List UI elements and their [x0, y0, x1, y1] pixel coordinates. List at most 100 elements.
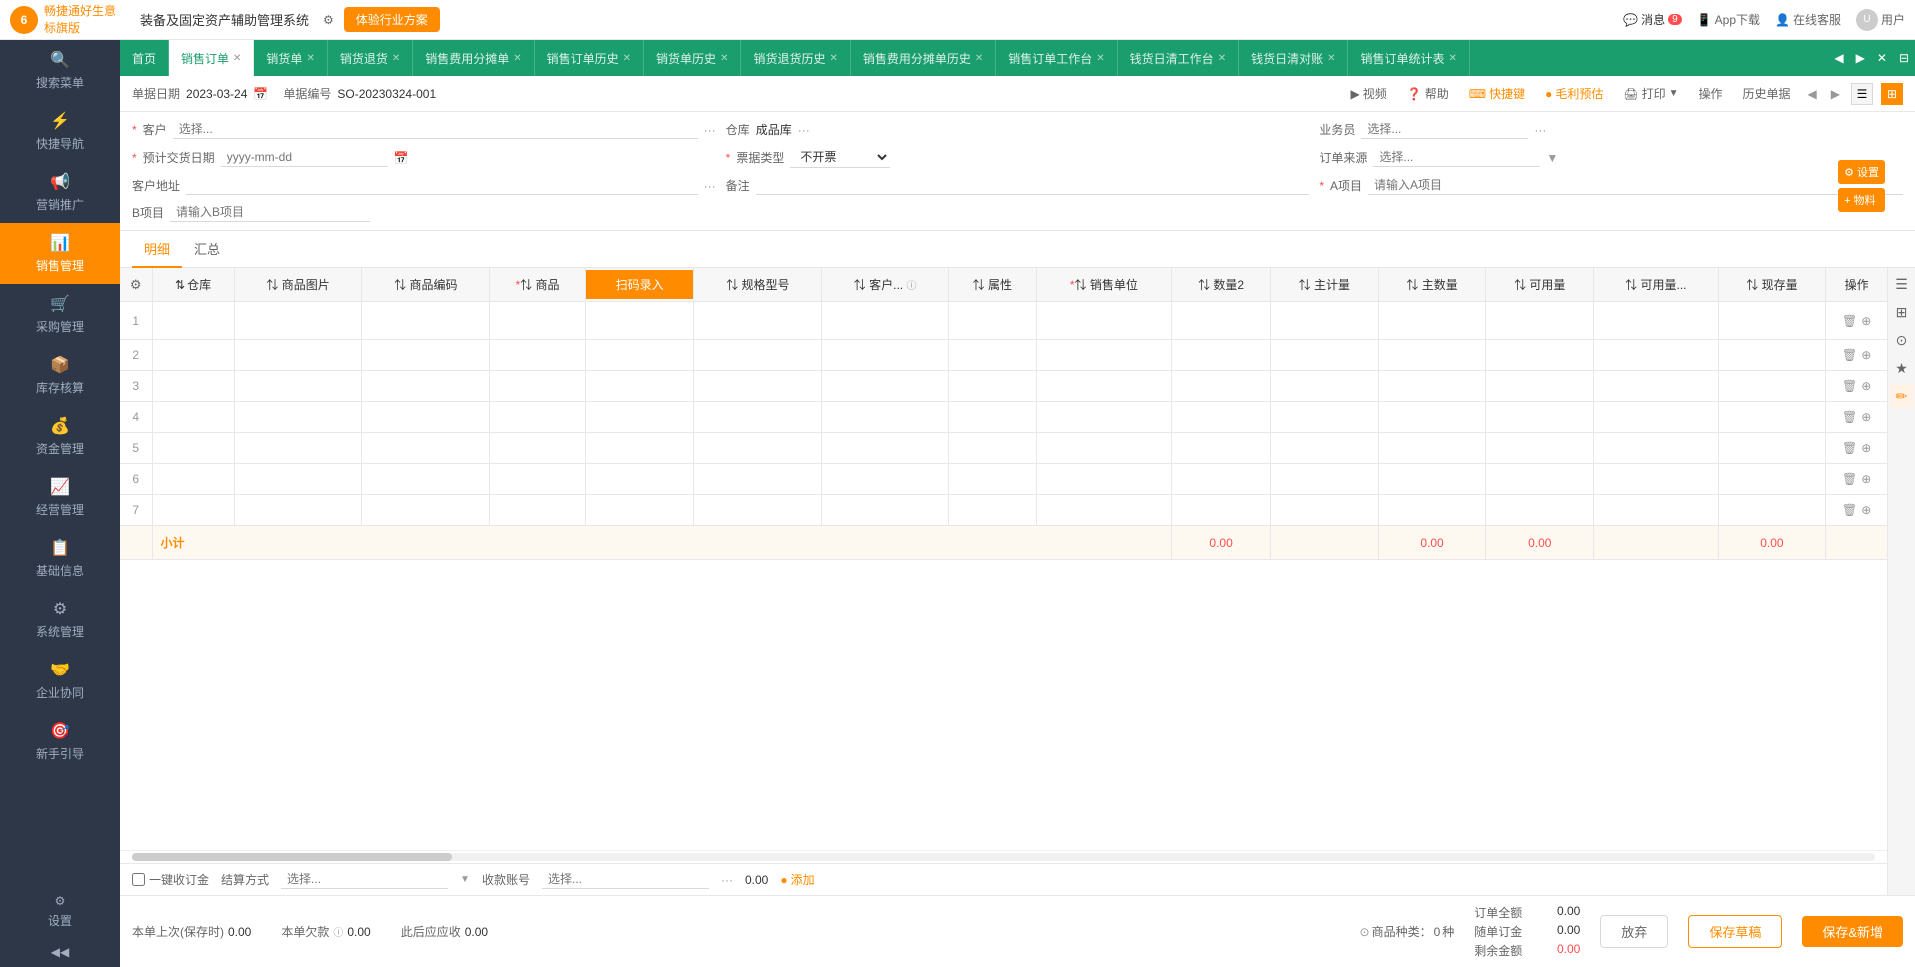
a-project-input[interactable] — [1368, 176, 1903, 195]
list-view-btn[interactable]: ☰ — [1851, 83, 1873, 105]
tab-close-icon12[interactable]: ✕ — [1449, 53, 1457, 64]
account-ellipsis[interactable]: ··· — [721, 873, 733, 887]
tab-next-btn[interactable]: ▶ — [1850, 40, 1871, 76]
tab-stats[interactable]: 销售订单统计表 ✕ — [1348, 40, 1469, 76]
sidebar-item-basic-info[interactable]: 📋 基础信息 — [0, 528, 120, 589]
print-btn[interactable]: 🖨 打印 ▼ — [1617, 82, 1684, 105]
product-icon[interactable]: ⊙ — [1360, 925, 1370, 939]
staff-ellipsis[interactable]: ··· — [1534, 123, 1546, 137]
bill-date-value[interactable]: 2023-03-24 — [186, 87, 247, 101]
profit-btn[interactable]: ● 毛利预估 — [1539, 82, 1609, 105]
tab-close-icon3[interactable]: ✕ — [392, 53, 400, 64]
sidebar-item-search[interactable]: 🔍 搜索菜单 — [0, 40, 120, 101]
tab-return-history[interactable]: 销货退货历史 ✕ — [741, 40, 850, 76]
settings-panel-btn[interactable]: ⚙ 设置 — [1838, 160, 1885, 184]
col-available-qty2[interactable]: ⇅ 可用量... — [1594, 268, 1718, 302]
tab-close-icon8[interactable]: ✕ — [975, 53, 983, 64]
col-sales-unit[interactable]: *⇅ 销售单位 — [1036, 268, 1172, 302]
industry-btn[interactable]: 体验行业方案 — [344, 7, 440, 32]
sidebar-collapse-btn[interactable]: ◀◀ — [0, 937, 120, 967]
sidebar-item-marketing[interactable]: 📢 营销推广 — [0, 162, 120, 223]
sidebar-item-quick-nav[interactable]: ⚡ 快捷导航 — [0, 101, 120, 162]
tab-receipt-history[interactable]: 销货单历史 ✕ — [644, 40, 741, 76]
sidebar-bottom-settings[interactable]: ⚙ 设置 — [0, 886, 120, 937]
nav-prev-btn[interactable]: ◀ — [1805, 84, 1820, 104]
tab-expense-split[interactable]: 销售费用分摊单 ✕ — [413, 40, 534, 76]
save-draft-btn[interactable]: 保存草稿 — [1688, 915, 1782, 948]
col-scan[interactable]: 扫码录入 — [585, 268, 694, 302]
sidebar-item-sales[interactable]: 📊 销售管理 — [0, 223, 120, 284]
row-delete-btn3[interactable]: 🗑 — [1842, 379, 1857, 393]
tab-detail[interactable]: 明细 — [132, 231, 182, 268]
col-main-qty[interactable]: ⇅ 主数量 — [1378, 268, 1486, 302]
print-dropdown-icon[interactable]: ▼ — [1669, 88, 1679, 99]
order-source-input[interactable] — [1373, 148, 1540, 167]
right-tool-clock[interactable]: ⊙ — [1890, 328, 1914, 352]
account-input[interactable] — [542, 870, 709, 889]
invoice-type-select[interactable]: 不开票 — [790, 147, 890, 168]
grid-view-btn[interactable]: ⊞ — [1881, 83, 1903, 105]
row-copy-btn3[interactable]: ⊕ — [1861, 379, 1871, 393]
sidebar-item-system[interactable]: ⚙ 系统管理 — [0, 589, 120, 650]
help-btn[interactable]: ❓ 帮助 — [1401, 82, 1455, 105]
col-warehouse[interactable]: ⇅ 仓库 — [152, 268, 234, 302]
tab-close-icon2[interactable]: ✕ — [306, 53, 314, 64]
right-tool-star[interactable]: ★ — [1890, 356, 1914, 380]
row-delete-btn5[interactable]: 🗑 — [1842, 441, 1857, 455]
sidebar-item-guide[interactable]: 🎯 新手引导 — [0, 711, 120, 772]
right-tool-grid[interactable]: ⊞ — [1890, 300, 1914, 324]
date-icon[interactable]: 📅 — [394, 151, 409, 165]
tab-close-icon10[interactable]: ✕ — [1218, 53, 1226, 64]
save-new-btn[interactable]: 保存&新增 — [1802, 916, 1903, 947]
right-tool-edit[interactable]: ✏ — [1890, 384, 1914, 408]
col-qty2[interactable]: ⇅ 数量2 — [1172, 268, 1271, 302]
tab-sales-order[interactable]: 销售订单 ✕ — [169, 40, 254, 76]
tab-close-icon9[interactable]: ✕ — [1096, 53, 1104, 64]
operation-btn[interactable]: 操作 — [1693, 82, 1729, 105]
row-delete-btn4[interactable]: 🗑 — [1842, 410, 1857, 424]
sidebar-item-collab[interactable]: 🤝 企业协同 — [0, 650, 120, 711]
quick-deposit-checkbox[interactable]: 一键收订金 — [132, 871, 209, 888]
tab-daily-clear[interactable]: 钱货日清工作台 ✕ — [1118, 40, 1239, 76]
col-attribute[interactable]: ⇅ 属性 — [948, 268, 1036, 302]
col-product[interactable]: *⇅ 商品 — [490, 268, 585, 302]
tab-close-icon7[interactable]: ✕ — [829, 53, 837, 64]
add-materials-btn[interactable]: + 物料 — [1838, 188, 1885, 212]
tab-close-icon[interactable]: ✕ — [233, 53, 241, 64]
row-copy-btn4[interactable]: ⊕ — [1861, 410, 1871, 424]
tab-sales-return[interactable]: 销货退货 ✕ — [328, 40, 413, 76]
right-tool-list[interactable]: ☰ — [1890, 272, 1914, 296]
calendar-icon[interactable]: 📅 — [253, 87, 268, 101]
tab-close-icon5[interactable]: ✕ — [623, 53, 631, 64]
settings-icon[interactable]: ⚙ — [323, 13, 334, 27]
row-copy-btn6[interactable]: ⊕ — [1861, 472, 1871, 486]
order-source-dropdown[interactable]: ▼ — [1546, 151, 1558, 165]
tab-close-all-btn[interactable]: ✕ — [1871, 40, 1893, 76]
tab-close-icon11[interactable]: ✕ — [1327, 53, 1335, 64]
user-avatar[interactable]: U 用户 — [1856, 9, 1905, 31]
sidebar-item-inventory[interactable]: 📦 库存核算 — [0, 345, 120, 406]
col-customer-code[interactable]: ⇅ 客户... ⓘ — [822, 268, 949, 302]
row-copy-btn[interactable]: ⊕ — [1861, 314, 1871, 328]
online-service-btn[interactable]: 👤 在线客服 — [1775, 11, 1841, 28]
current-debt-icon[interactable]: ⓘ — [333, 924, 343, 939]
row-delete-btn6[interactable]: 🗑 — [1842, 472, 1857, 486]
col-main-unit[interactable]: ⇅ 主计量 — [1271, 268, 1379, 302]
tab-reconcile[interactable]: 钱货日清对账 ✕ — [1239, 40, 1348, 76]
add-payment-btn[interactable]: ● 添加 — [780, 871, 814, 888]
b-project-input[interactable] — [170, 203, 370, 222]
row-delete-btn[interactable]: 🗑 — [1842, 314, 1857, 328]
col-settings[interactable]: ⚙ — [120, 268, 152, 302]
customer-input[interactable] — [173, 120, 698, 139]
row-copy-btn2[interactable]: ⊕ — [1861, 348, 1871, 362]
tab-home[interactable]: 首页 — [120, 40, 169, 76]
col-available-qty[interactable]: ⇅ 可用量 — [1486, 268, 1594, 302]
remarks-input[interactable] — [756, 176, 1310, 195]
address-ellipsis[interactable]: ··· — [704, 179, 716, 193]
col-product-image[interactable]: ⇅ 商品图片 — [234, 268, 362, 302]
tab-close-icon6[interactable]: ✕ — [720, 53, 728, 64]
tab-order-history[interactable]: 销售订单历史 ✕ — [535, 40, 644, 76]
payment-method-input[interactable] — [281, 870, 448, 889]
tab-prev-btn[interactable]: ◀ — [1828, 40, 1849, 76]
sidebar-item-purchase[interactable]: 🛒 采购管理 — [0, 284, 120, 345]
